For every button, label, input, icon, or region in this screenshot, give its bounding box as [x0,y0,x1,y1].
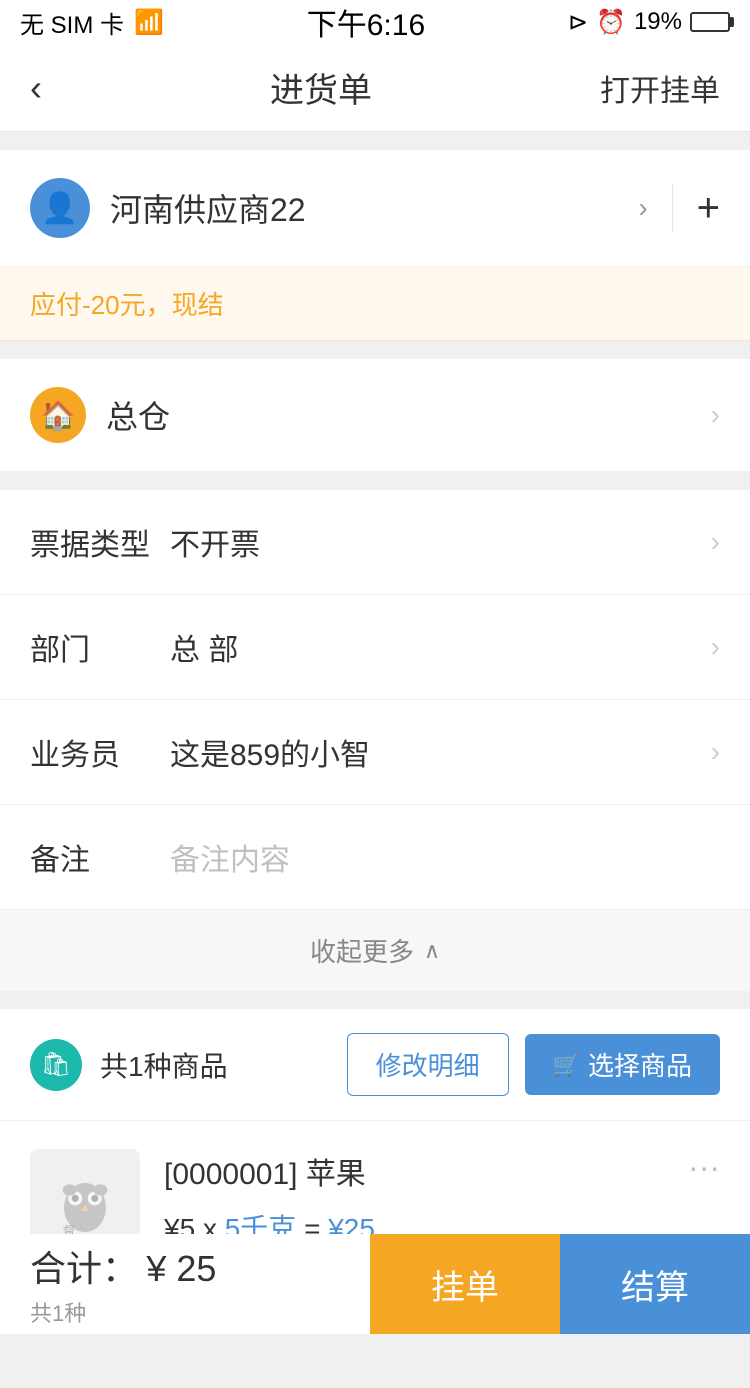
warehouse-row[interactable]: 🏠 总仓 › [0,359,750,472]
nav-bar: ‹ 进货单 打开挂单 [0,44,750,132]
supplier-name: 河南供应商22 [110,185,638,231]
carrier-text: 无 SIM 卡 [20,5,124,40]
battery-text: 19% [634,8,682,36]
department-chevron-icon: › [711,631,720,663]
supplier-section: 👤 河南供应商22 › + 应付-20元，现结 [0,150,750,341]
edit-details-button[interactable]: 修改明细 [347,1033,509,1096]
products-count: 共1种商品 [100,1045,347,1085]
open-pending-button[interactable]: 打开挂单 [600,66,720,110]
alarm-icon: ⏰ [596,8,626,37]
main-content: 👤 河南供应商22 › + 应付-20元，现结 🏠 总仓 › 票据类型 不开票 … [0,132,750,1388]
alert-banner: 应付-20元，现结 [0,267,750,341]
battery-icon [690,12,730,32]
back-button[interactable]: ‹ [30,67,42,109]
hang-button[interactable]: 挂单 [370,1234,560,1334]
warehouse-chevron-icon: › [711,399,720,431]
supplier-chevron-icon: › [638,192,647,224]
product-info: [0000001] 苹果 ¥5 x 5千克 = ¥25 [164,1149,678,1247]
bottom-bar: 合计： ¥ 25 共1种 挂单 结算 [0,1234,750,1334]
ticket-type-row[interactable]: 票据类型 不开票 › [0,490,750,595]
salesperson-row[interactable]: 业务员 这是859的小智 › [0,700,750,805]
ticket-type-value: 不开票 [170,520,701,564]
department-label: 部门 [30,625,160,669]
remarks-row[interactable]: 备注 备注内容 [0,805,750,910]
status-bar: 无 SIM 卡 📶 下午6:16 ⊳ ⏰ 19% [0,0,750,44]
summary-count: 共1种 [30,1296,340,1328]
status-right: ⊳ ⏰ 19% [568,8,730,37]
summary-info: 合计： ¥ 25 共1种 [0,1240,370,1328]
add-supplier-button[interactable]: + [697,186,720,231]
product-title: 苹果 [306,1158,366,1191]
total-amount: ¥ 25 [146,1248,216,1289]
location-icon: ⊳ [568,8,588,37]
section-divider-2 [0,341,750,359]
summary-total: 合计： ¥ 25 [30,1240,340,1292]
status-time: 下午6:16 [307,0,425,44]
warehouse-icon: 🏠 [30,387,86,443]
product-name: [0000001] 苹果 [164,1149,678,1193]
collapse-label: 收起更多 [310,932,414,969]
status-left: 无 SIM 卡 📶 [20,5,164,40]
supplier-avatar: 👤 [30,178,90,238]
collapse-arrow-icon: ∧ [424,938,440,964]
department-value: 总 部 [170,625,701,669]
department-row[interactable]: 部门 总 部 › [0,595,750,700]
select-product-button[interactable]: 🛒 选择商品 [525,1034,720,1095]
salesperson-chevron-icon: › [711,736,720,768]
section-divider-1 [0,132,750,150]
avatar-icon: 👤 [41,191,78,226]
supplier-row[interactable]: 👤 河南供应商22 › + [0,150,750,267]
salesperson-value: 这是859的小智 [170,730,701,774]
ticket-type-label: 票据类型 [30,520,160,564]
remarks-value[interactable]: 备注内容 [170,835,720,879]
product-code: [0000001] [164,1158,297,1191]
supplier-vertical-divider [672,183,673,233]
products-icon: 🛍 [30,1039,82,1091]
select-product-icon: 🛒 [553,1052,580,1078]
product-more-button[interactable]: ··· [688,1149,720,1186]
products-header: 🛍 共1种商品 修改明细 🛒 选择商品 [0,1009,750,1121]
warehouse-name: 总仓 [106,392,711,438]
remarks-label: 备注 [30,835,160,879]
wifi-icon: 📶 [134,8,164,37]
section-divider-3 [0,472,750,490]
product-owl-icon: 督 [50,1169,120,1239]
select-product-label: 选择商品 [588,1046,692,1083]
total-label: 合计： [30,1248,138,1289]
form-fields: 票据类型 不开票 › 部门 总 部 › 业务员 这是859的小智 › 备注 备注… [0,490,750,910]
salesperson-label: 业务员 [30,730,160,774]
checkout-button[interactable]: 结算 [560,1234,750,1334]
ticket-type-chevron-icon: › [711,526,720,558]
collapse-toggle[interactable]: 收起更多 ∧ [0,910,750,991]
page-title: 进货单 [270,63,372,112]
